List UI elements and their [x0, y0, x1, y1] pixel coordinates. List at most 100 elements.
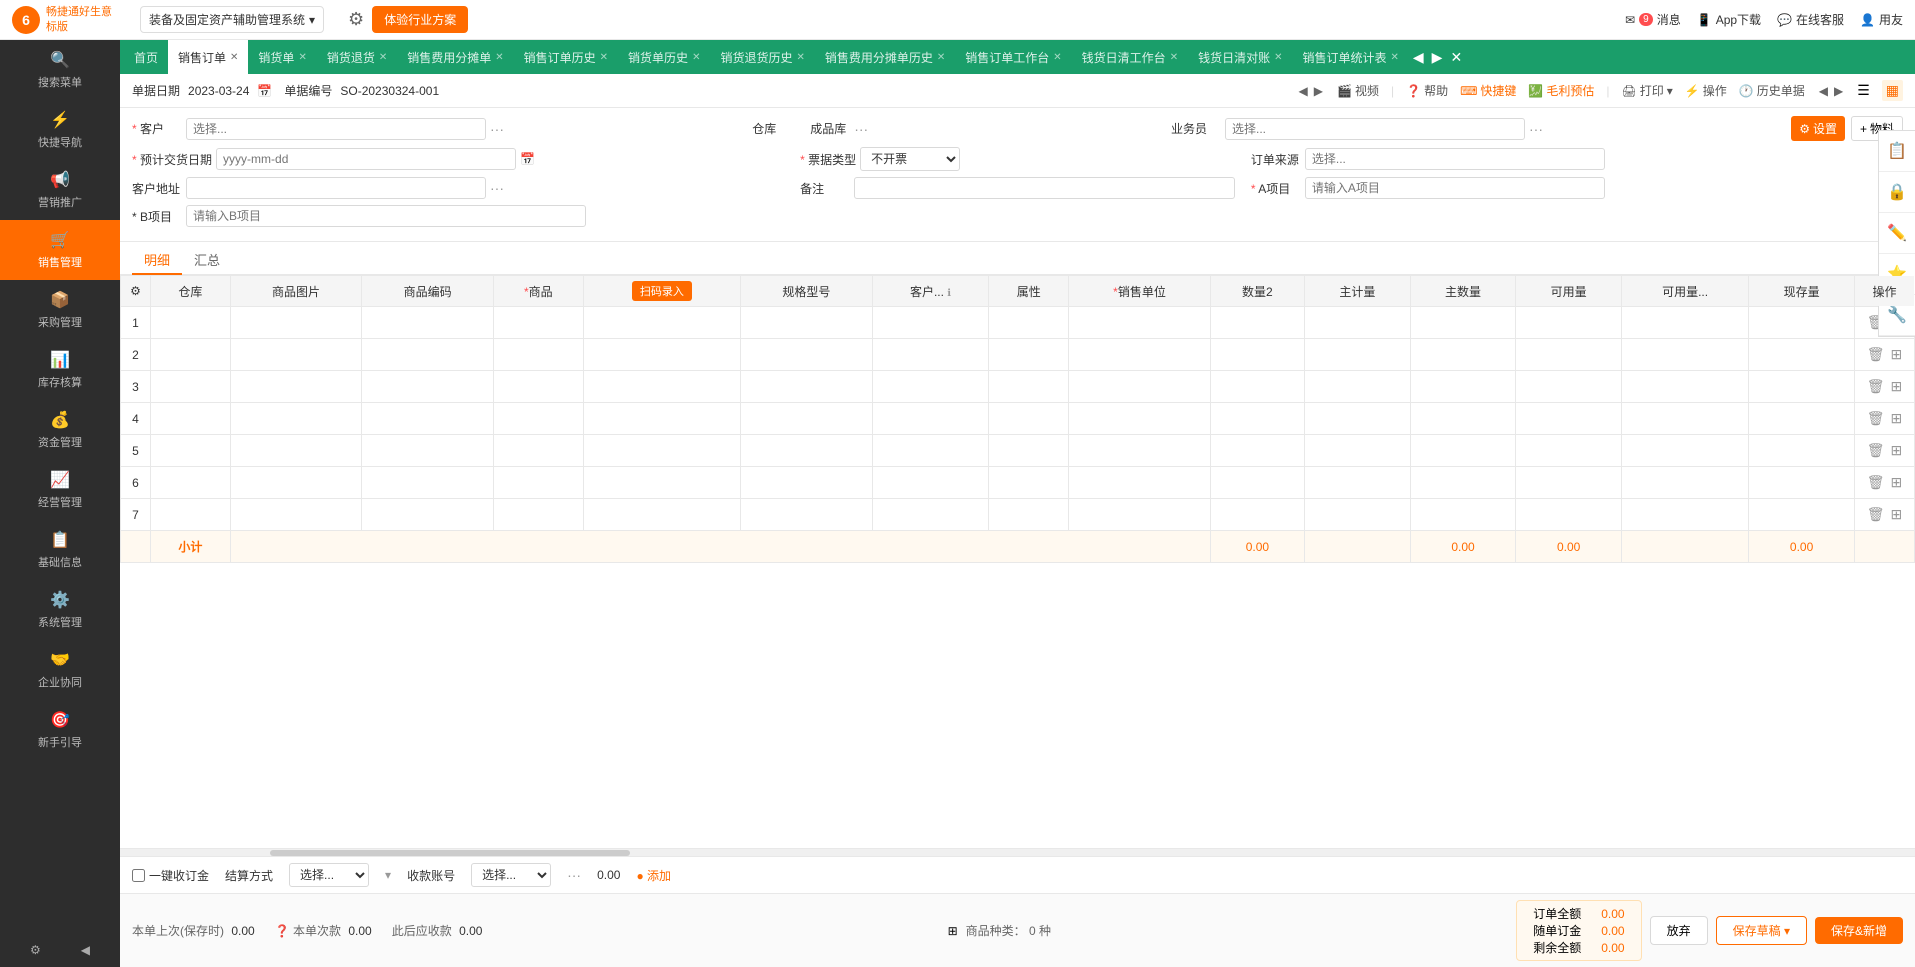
- calendar-icon[interactable]: 📅: [257, 84, 272, 98]
- tab-invoice[interactable]: 销货单 ✕: [248, 40, 316, 74]
- tab-cost-split-history[interactable]: 销售费用分摊单历史 ✕: [815, 40, 955, 74]
- tab-order-history[interactable]: 销售订单历史 ✕: [514, 40, 618, 74]
- tab-summary[interactable]: 汇总: [182, 246, 232, 275]
- tab-close-cash-reconcile[interactable]: ✕: [1274, 52, 1282, 63]
- row5-copy-icon[interactable]: ⊞: [1891, 442, 1903, 459]
- account-select[interactable]: 选择...: [471, 863, 551, 887]
- tab-close-order-stats[interactable]: ✕: [1391, 52, 1399, 63]
- collapse-sidebar-btn[interactable]: ◀: [81, 943, 90, 957]
- tab-sales-order[interactable]: 销售订单 ✕: [168, 40, 248, 74]
- tab-close-order-workbench[interactable]: ✕: [1053, 52, 1061, 63]
- tab-close-invoice[interactable]: ✕: [298, 52, 306, 63]
- discard-btn[interactable]: 放弃: [1650, 916, 1708, 945]
- account-more-btn[interactable]: ···: [567, 867, 581, 883]
- app-selector[interactable]: 装备及固定资产辅助管理系统 ▾: [140, 6, 324, 33]
- row4-copy-icon[interactable]: ⊞: [1891, 410, 1903, 427]
- row7-copy-icon[interactable]: ⊞: [1891, 506, 1903, 523]
- sidebar-item-finance[interactable]: 💰 资金管理: [0, 400, 120, 460]
- nav-prev[interactable]: ◀: [1297, 82, 1310, 100]
- list-next[interactable]: ▶: [1832, 82, 1845, 100]
- staff-more-btn[interactable]: ···: [1529, 121, 1543, 137]
- sidebar-item-basic[interactable]: 📋 基础信息: [0, 520, 120, 580]
- sidebar-item-search[interactable]: 🔍 搜索菜单: [0, 40, 120, 100]
- online-service-btn[interactable]: 💬 在线客服: [1777, 11, 1844, 28]
- save-new-btn[interactable]: 保存&新增: [1815, 917, 1903, 944]
- shortcuts-btn[interactable]: ⌨ 快捷键: [1460, 82, 1516, 99]
- b-project-input[interactable]: [186, 205, 586, 227]
- row6-delete-icon[interactable]: 🗑: [1867, 474, 1885, 491]
- order-source-input[interactable]: [1305, 148, 1605, 170]
- customer-input[interactable]: [186, 118, 486, 140]
- tab-return[interactable]: 销货退货 ✕: [317, 40, 397, 74]
- tab-nav-right[interactable]: ▶: [1428, 47, 1447, 68]
- delivery-calendar-icon[interactable]: 📅: [520, 152, 535, 166]
- tab-return-history[interactable]: 销货退货历史 ✕: [710, 40, 814, 74]
- sidebar-item-quicknav[interactable]: ⚡ 快捷导航: [0, 100, 120, 160]
- history-btn[interactable]: 🕐 历史单据: [1739, 82, 1805, 99]
- messages-btn[interactable]: ✉ 9 消息: [1625, 11, 1681, 28]
- row7-delete-icon[interactable]: 🗑: [1867, 506, 1885, 523]
- sidebar-item-collab[interactable]: 🤝 企业协同: [0, 640, 120, 700]
- sidebar-item-purchase[interactable]: 📦 采购管理: [0, 280, 120, 340]
- right-panel-btn-1[interactable]: 📋: [1879, 131, 1915, 172]
- app-download-btn[interactable]: 📱 App下载: [1697, 11, 1761, 28]
- view-btn[interactable]: 🎬 视频: [1337, 82, 1379, 99]
- sidebar-item-sales[interactable]: 🛒 销售管理: [0, 220, 120, 280]
- tab-cost-split[interactable]: 销售费用分摊单 ✕: [397, 40, 513, 74]
- warehouse-more-btn[interactable]: ···: [854, 121, 868, 137]
- customer-addr-input[interactable]: [186, 177, 486, 199]
- row5-delete-icon[interactable]: 🗑: [1867, 442, 1885, 459]
- list-prev[interactable]: ◀: [1817, 82, 1830, 100]
- one-click-checkbox[interactable]: [132, 869, 145, 882]
- settings-icon[interactable]: ⚙: [348, 9, 364, 30]
- settings-bottom-icon[interactable]: ⚙: [30, 943, 41, 957]
- row2-delete-icon[interactable]: 🗑: [1867, 346, 1885, 363]
- tab-detail[interactable]: 明细: [132, 246, 182, 275]
- tab-order-workbench[interactable]: 销售订单工作台 ✕: [955, 40, 1071, 74]
- addr-more-btn[interactable]: ···: [490, 180, 504, 196]
- right-panel-btn-3[interactable]: ✏️: [1879, 213, 1915, 254]
- scroll-bar-thumb[interactable]: [270, 850, 630, 856]
- sidebar-item-guide[interactable]: 🎯 新手引导: [0, 700, 120, 760]
- row6-copy-icon[interactable]: ⊞: [1891, 474, 1903, 491]
- tab-nav-left[interactable]: ◀: [1409, 47, 1428, 68]
- one-click-label[interactable]: 一键收订金: [132, 867, 209, 884]
- user-avatar[interactable]: 👤 用友: [1860, 11, 1903, 28]
- operations-btn[interactable]: ⚡ 操作: [1685, 82, 1727, 99]
- row4-delete-icon[interactable]: 🗑: [1867, 410, 1885, 427]
- save-draft-btn[interactable]: 保存草稿 ▾: [1716, 916, 1807, 945]
- tab-close-return[interactable]: ✕: [379, 52, 387, 63]
- tab-close-order-history[interactable]: ✕: [600, 52, 608, 63]
- tab-close-cost-split[interactable]: ✕: [495, 52, 503, 63]
- customer-more-btn[interactable]: ···: [490, 121, 504, 137]
- sidebar-item-operations[interactable]: 📈 经营管理: [0, 460, 120, 520]
- delivery-date-input[interactable]: [216, 148, 516, 170]
- tab-cash-daily[interactable]: 钱货日清工作台 ✕: [1072, 40, 1188, 74]
- tab-cash-reconcile[interactable]: 钱货日清对账 ✕: [1188, 40, 1292, 74]
- row2-copy-icon[interactable]: ⊞: [1891, 346, 1903, 363]
- profit-btn[interactable]: 💹 毛利预估: [1528, 82, 1594, 99]
- tab-close-return-history[interactable]: ✕: [796, 52, 804, 63]
- invoice-type-select[interactable]: 不开票: [860, 147, 960, 171]
- print-btn[interactable]: 🖨 打印 ▾: [1622, 82, 1673, 99]
- tab-close-invoice-history[interactable]: ✕: [692, 52, 700, 63]
- config-btn[interactable]: ⚙ 设置: [1791, 116, 1845, 141]
- staff-input[interactable]: [1225, 118, 1525, 140]
- help-btn[interactable]: ❓ 帮助: [1406, 82, 1448, 99]
- sidebar-item-inventory[interactable]: 📊 库存核算: [0, 340, 120, 400]
- row3-delete-icon[interactable]: 🗑: [1867, 378, 1885, 395]
- sidebar-item-system[interactable]: ⚙️ 系统管理: [0, 580, 120, 640]
- grid-icon[interactable]: ▦: [1882, 80, 1903, 101]
- tab-nav-expand[interactable]: ✕: [1446, 47, 1466, 68]
- tab-close-cost-split-history[interactable]: ✕: [937, 52, 945, 63]
- row3-copy-icon[interactable]: ⊞: [1891, 378, 1903, 395]
- payment-method-select[interactable]: 选择...: [289, 863, 369, 887]
- right-panel-btn-2[interactable]: 🔒: [1879, 172, 1915, 213]
- scan-input-btn[interactable]: 扫码录入: [632, 281, 692, 301]
- tab-close-sales-order[interactable]: ✕: [230, 52, 238, 63]
- tab-order-stats[interactable]: 销售订单统计表 ✕: [1292, 40, 1408, 74]
- nav-next[interactable]: ▶: [1312, 82, 1325, 100]
- tab-invoice-history[interactable]: 销货单历史 ✕: [618, 40, 710, 74]
- tab-close-cash-daily[interactable]: ✕: [1170, 52, 1178, 63]
- industry-btn[interactable]: 体验行业方案: [372, 6, 468, 33]
